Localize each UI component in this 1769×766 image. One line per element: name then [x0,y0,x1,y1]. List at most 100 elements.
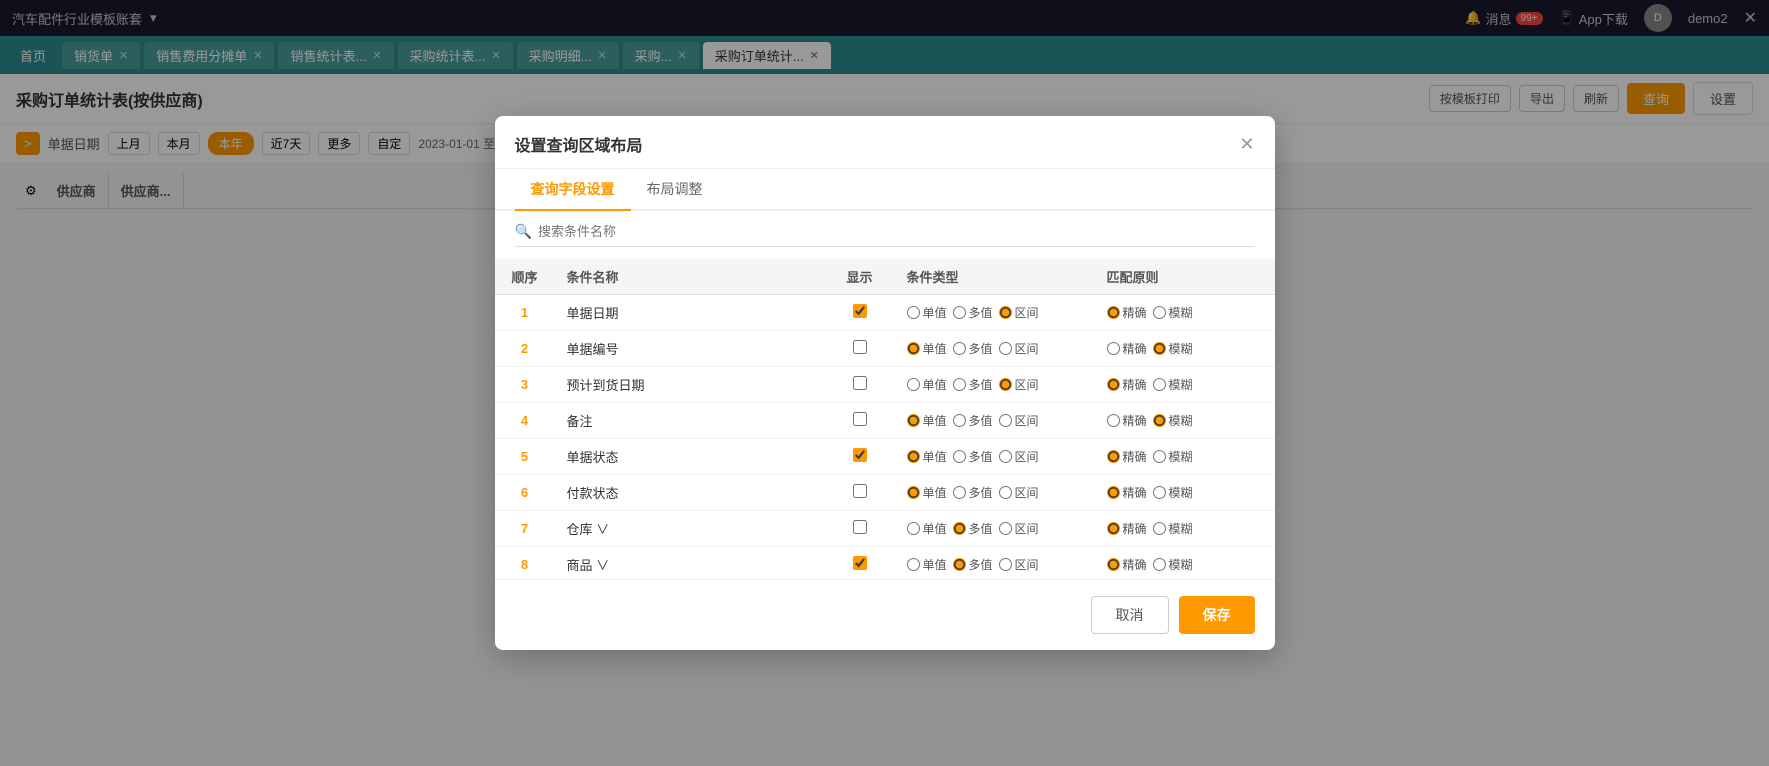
modal-overlay[interactable]: 设置查询区域布局 ✕ 查询字段设置 布局调整 🔍 顺序 条件名称 显示 条件类型… [0,0,1769,766]
tab-layout[interactable]: 布局调整 [631,169,719,211]
row1-match-exact[interactable]: 精确 [1107,304,1147,321]
row5-order: 5 [495,441,555,472]
row4-type-multi[interactable]: 多值 [953,412,993,429]
row6-type-multi[interactable]: 多值 [953,484,993,501]
row1-type: 单值 多值 区间 [895,296,1095,329]
row5-display[interactable] [825,440,895,473]
row6-match: 精确 模糊 [1095,476,1275,509]
row3-type: 单值 多值 区间 [895,368,1095,401]
row2-display[interactable] [825,332,895,365]
row3-match-fuzzy[interactable]: 模糊 [1153,376,1193,393]
save-btn[interactable]: 保存 [1179,596,1255,634]
row5-checkbox[interactable] [853,448,867,462]
row8-type-multi[interactable]: 多值 [953,556,993,573]
row6-name: 付款状态 [555,475,825,510]
row1-type-range[interactable]: 区间 [999,304,1039,321]
row1-name: 单据日期 [555,295,825,330]
row4-name: 备注 [555,403,825,438]
row7-type-single[interactable]: 单值 [907,520,947,537]
row6-type-range[interactable]: 区间 [999,484,1039,501]
row5-match: 精确 模糊 [1095,440,1275,473]
row1-checkbox[interactable] [853,304,867,318]
row7-match: 精确 模糊 [1095,512,1275,545]
row2-type: 单值 多值 区间 [895,332,1095,365]
row2-type-multi[interactable]: 多值 [953,340,993,357]
row6-display[interactable] [825,476,895,509]
row1-type-single[interactable]: 单值 [907,304,947,321]
row3-display[interactable] [825,368,895,401]
cancel-btn[interactable]: 取消 [1091,596,1169,634]
row2-match-exact[interactable]: 精确 [1107,340,1147,357]
row8-type-single[interactable]: 单值 [907,556,947,573]
modal-footer: 取消 保存 [495,579,1275,650]
row4-match-exact[interactable]: 精确 [1107,412,1147,429]
row8-type: 单值 多值 区间 [895,548,1095,579]
row7-name: 仓库 ∨ [555,511,825,546]
row8-checkbox[interactable] [853,556,867,570]
row4-type-single[interactable]: 单值 [907,412,947,429]
row3-type-single[interactable]: 单值 [907,376,947,393]
tab-fields[interactable]: 查询字段设置 [515,169,631,211]
row3-checkbox[interactable] [853,376,867,390]
row4-type-range[interactable]: 区间 [999,412,1039,429]
table-row: 3 预计到货日期 单值 多值 区间 精确 模糊 [495,367,1275,403]
row3-match-exact[interactable]: 精确 [1107,376,1147,393]
row4-match-fuzzy[interactable]: 模糊 [1153,412,1193,429]
row5-match-exact[interactable]: 精确 [1107,448,1147,465]
row1-order: 1 [495,297,555,328]
row6-checkbox[interactable] [853,484,867,498]
row4-display[interactable] [825,404,895,437]
table-row: 8 商品 ∨ 单值 多值 区间 精确 模糊 [495,547,1275,579]
modal-close-btn[interactable]: ✕ [1239,134,1254,155]
modal-search-area: 🔍 [495,211,1275,259]
row5-type-multi[interactable]: 多值 [953,448,993,465]
row4-type: 单值 多值 区间 [895,404,1095,437]
table-row: 1 单据日期 单值 多值 区间 精确 模糊 [495,295,1275,331]
row2-match-fuzzy[interactable]: 模糊 [1153,340,1193,357]
row7-match-fuzzy[interactable]: 模糊 [1153,520,1193,537]
row8-match-exact[interactable]: 精确 [1107,556,1147,573]
row8-type-range[interactable]: 区间 [999,556,1039,573]
row2-type-range[interactable]: 区间 [999,340,1039,357]
row6-type: 单值 多值 区间 [895,476,1095,509]
row7-match-exact[interactable]: 精确 [1107,520,1147,537]
th-match: 匹配原则 [1095,259,1275,294]
row6-match-exact[interactable]: 精确 [1107,484,1147,501]
row6-match-fuzzy[interactable]: 模糊 [1153,484,1193,501]
row1-type-multi[interactable]: 多值 [953,304,993,321]
row8-display[interactable] [825,548,895,579]
row6-type-single[interactable]: 单值 [907,484,947,501]
th-display: 显示 [825,259,895,294]
row1-match-fuzzy[interactable]: 模糊 [1153,304,1193,321]
row4-match: 精确 模糊 [1095,404,1275,437]
table-row: 5 单据状态 单值 多值 区间 精确 模糊 [495,439,1275,475]
row3-type-range[interactable]: 区间 [999,376,1039,393]
row3-type-multi[interactable]: 多值 [953,376,993,393]
table-row: 6 付款状态 单值 多值 区间 精确 模糊 [495,475,1275,511]
row4-checkbox[interactable] [853,412,867,426]
row5-match-fuzzy[interactable]: 模糊 [1153,448,1193,465]
row6-order: 6 [495,477,555,508]
row7-checkbox[interactable] [853,520,867,534]
row2-name: 单据编号 [555,331,825,366]
modal-title: 设置查询区域布局 [515,132,643,156]
row8-match-fuzzy[interactable]: 模糊 [1153,556,1193,573]
row1-match: 精确 模糊 [1095,296,1275,329]
row5-type-single[interactable]: 单值 [907,448,947,465]
modal-header: 设置查询区域布局 ✕ [495,116,1275,169]
row2-order: 2 [495,333,555,364]
row2-checkbox[interactable] [853,340,867,354]
row5-type: 单值 多值 区间 [895,440,1095,473]
th-order: 顺序 [495,259,555,294]
search-input[interactable] [538,224,738,239]
row7-type-range[interactable]: 区间 [999,520,1039,537]
row7-order: 7 [495,513,555,544]
row2-type-single[interactable]: 单值 [907,340,947,357]
th-type: 条件类型 [895,259,1095,294]
row1-display[interactable] [825,296,895,329]
row7-type-multi[interactable]: 多值 [953,520,993,537]
row5-type-range[interactable]: 区间 [999,448,1039,465]
row8-order: 8 [495,549,555,579]
row7-display[interactable] [825,512,895,545]
row4-order: 4 [495,405,555,436]
